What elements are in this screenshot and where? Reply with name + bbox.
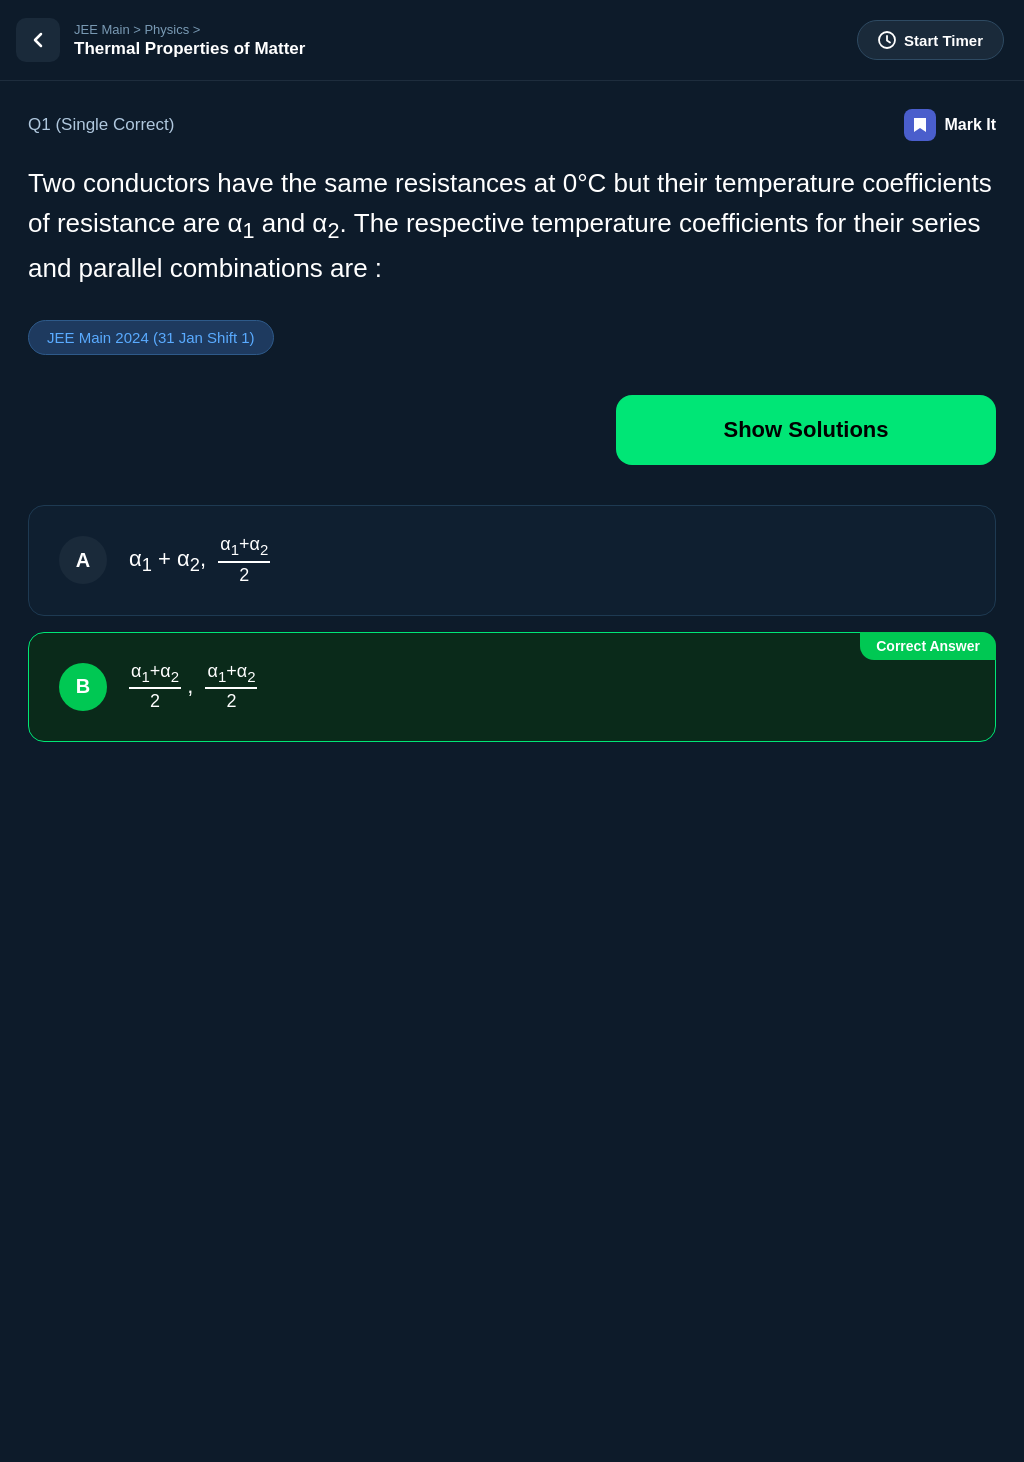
option-a-card[interactable]: A α1 + α2, α1+α2 2 — [28, 505, 996, 615]
question-text-content: Two conductors have the same resistances… — [28, 168, 992, 283]
back-button[interactable] — [16, 18, 60, 62]
header-left: JEE Main > Physics > Thermal Properties … — [16, 18, 305, 62]
fraction-a: α1+α2 2 — [218, 534, 270, 586]
option-b-badge: B — [59, 663, 107, 711]
header: JEE Main > Physics > Thermal Properties … — [0, 0, 1024, 81]
mark-it-label: Mark It — [944, 116, 996, 134]
question-label: Q1 (Single Correct) — [28, 115, 174, 135]
option-a-badge: A — [59, 536, 107, 584]
option-b-content: α1+α2 2 , α1+α2 2 — [129, 661, 257, 713]
mark-it-button[interactable]: Mark It — [904, 109, 996, 141]
main-content: Q1 (Single Correct) Mark It Two conducto… — [0, 81, 1024, 782]
breadcrumb: JEE Main > Physics > — [74, 22, 305, 37]
show-solutions-wrapper: Show Solutions — [28, 395, 996, 465]
exam-tag[interactable]: JEE Main 2024 (31 Jan Shift 1) — [28, 320, 274, 355]
start-timer-button[interactable]: Start Timer — [857, 20, 1004, 60]
timer-label: Start Timer — [904, 32, 983, 49]
option-a-content: α1 + α2, α1+α2 2 — [129, 534, 270, 586]
correct-answer-tag: Correct Answer — [860, 632, 996, 660]
show-solutions-button[interactable]: Show Solutions — [616, 395, 996, 465]
options-section: A α1 + α2, α1+α2 2 Correct Answer B α1+α… — [28, 505, 996, 781]
header-title-block: JEE Main > Physics > Thermal Properties … — [74, 22, 305, 59]
question-body: Two conductors have the same resistances… — [28, 163, 996, 288]
option-b-card[interactable]: Correct Answer B α1+α2 2 , α1+α2 2 — [28, 632, 996, 742]
fraction-b2: α1+α2 2 — [205, 661, 257, 713]
page-title: Thermal Properties of Matter — [74, 39, 305, 59]
fraction-b1: α1+α2 2 — [129, 661, 181, 713]
question-meta: Q1 (Single Correct) Mark It — [28, 109, 996, 141]
bookmark-icon — [904, 109, 936, 141]
